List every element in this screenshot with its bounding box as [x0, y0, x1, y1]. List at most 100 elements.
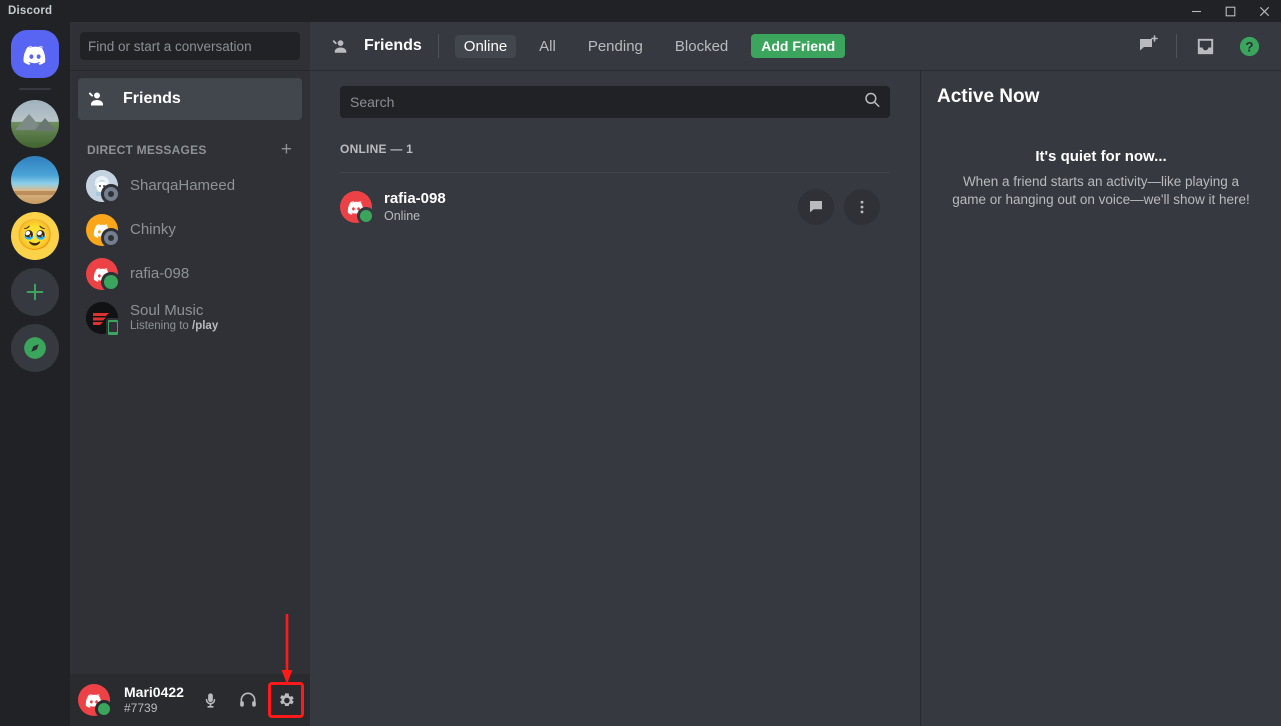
page-title: Friends — [330, 35, 422, 58]
emoji-glyph: 🥹 — [16, 219, 54, 252]
title-bar: Discord — [0, 0, 1281, 22]
compass-icon — [24, 337, 46, 359]
status-badge — [95, 700, 113, 718]
server-rail: 🥹 — [0, 22, 70, 726]
online-count-label: ONLINE — 1 — [340, 142, 414, 156]
sidebar-item-server-ocean[interactable] — [11, 156, 59, 204]
discord-window: Discord 🥹 Find or start a conversation F… — [0, 0, 1281, 726]
sidebar-item-server-emoji[interactable]: 🥹 — [11, 212, 59, 260]
top-bar: Friends Online All Pending Blocked Add F… — [310, 22, 1281, 70]
active-now-empty-body: When a friend starts an activity—like pl… — [952, 174, 1250, 208]
maximize-icon — [1225, 6, 1235, 16]
list-item-text: SharqaHameed — [130, 177, 235, 194]
avatar — [86, 302, 120, 337]
friend-actions — [798, 189, 880, 225]
friends-list-column: ONLINE — 1 rafia-098 On — [310, 70, 920, 726]
gear-icon — [279, 692, 294, 706]
status-badge-mobile — [106, 318, 120, 337]
friends-search-container — [340, 86, 890, 118]
sidebar-item-home[interactable] — [11, 30, 59, 78]
close-button[interactable] — [1247, 0, 1281, 22]
user-panel: Mari0422 #7739 — [70, 674, 310, 726]
direct-messages-header: DIRECT MESSAGES + — [78, 122, 302, 165]
page-title-label: Friends — [364, 37, 422, 54]
list-item-text: rafia-098 — [130, 265, 189, 282]
divider — [437, 34, 439, 58]
activity-prefix: Listening to — [130, 320, 193, 333]
list-item[interactable]: SharqaHameed — [78, 165, 302, 207]
minimize-icon — [1191, 10, 1201, 12]
chat-plus-icon — [1140, 35, 1158, 51]
friends-icon — [332, 39, 347, 53]
server-avatar-ocean[interactable] — [11, 156, 59, 204]
dm-sidebar: Friends DIRECT MESSAGES + — [70, 22, 310, 726]
avatar — [340, 191, 375, 225]
deafen-button[interactable] — [232, 684, 264, 716]
sidebar-item-server-mountain[interactable] — [11, 100, 59, 148]
user-identity[interactable]: Mari0422 #7739 — [124, 684, 188, 715]
list-item[interactable]: Chinky — [78, 209, 302, 251]
search-icon — [863, 91, 881, 114]
tab-pending[interactable]: Pending — [579, 35, 652, 58]
add-friend-button[interactable]: Add Friend — [751, 34, 846, 58]
inbox-button[interactable] — [1183, 26, 1227, 66]
rail-divider — [19, 88, 51, 90]
avatar[interactable] — [78, 684, 113, 718]
add-server-circle[interactable] — [11, 268, 59, 316]
search-input[interactable] — [340, 86, 890, 118]
user-settings-button[interactable] — [268, 682, 304, 718]
table-row[interactable]: rafia-098 Online — [340, 172, 890, 241]
sidebar-item-friends[interactable]: Friends — [78, 78, 302, 120]
content-area: ONLINE — 1 rafia-098 On — [310, 70, 1281, 726]
tab-online[interactable]: Online — [454, 34, 517, 58]
status-badge — [101, 272, 121, 292]
list-item[interactable]: Soul Music Listening to /play — [78, 297, 302, 339]
tab-blocked[interactable]: Blocked — [666, 35, 737, 58]
add-server-button[interactable] — [11, 268, 59, 316]
more-options-button[interactable] — [844, 189, 880, 225]
tab-all[interactable]: All — [530, 35, 565, 58]
microphone-icon — [205, 692, 215, 708]
friend-status: Online — [384, 209, 421, 224]
active-now-empty-title: It's quiet for now... — [1035, 148, 1167, 165]
friend-info: rafia-098 Online — [384, 190, 786, 225]
list-item[interactable]: rafia-098 — [78, 253, 302, 295]
close-icon — [1259, 6, 1269, 16]
svg-text:?: ? — [1245, 39, 1253, 54]
divider — [1176, 34, 1177, 58]
explore-servers-button[interactable] — [11, 324, 59, 372]
friends-icon — [88, 92, 103, 106]
emoji-avatar: 🥹 — [11, 212, 59, 260]
plus-icon — [26, 283, 44, 301]
discord-home-button[interactable] — [11, 30, 59, 78]
sidebar-item-friends-label: Friends — [123, 90, 181, 107]
status-badge — [101, 184, 121, 204]
explore-circle[interactable] — [11, 324, 59, 372]
sidebar-scroll-area: Friends DIRECT MESSAGES + SharqaHameed C… — [70, 70, 310, 674]
maximize-button[interactable] — [1213, 0, 1247, 22]
window-controls — [1179, 0, 1281, 22]
question-mark-icon: ? — [1239, 36, 1259, 56]
conversation-search-container — [70, 22, 310, 70]
help-button[interactable]: ? — [1227, 26, 1271, 66]
active-now-title: Active Now — [937, 86, 1040, 107]
friend-name: rafia-098 — [384, 189, 446, 207]
username: Mari0422 — [124, 684, 184, 701]
avatar — [86, 258, 121, 292]
headphones-icon — [240, 692, 256, 707]
server-avatar-emoji[interactable]: 🥹 — [11, 212, 59, 260]
conversation-search-input[interactable] — [80, 32, 300, 60]
discord-logo-icon — [23, 45, 46, 65]
list-item-label: SharqaHameed — [130, 177, 236, 195]
mute-microphone-button[interactable] — [194, 684, 226, 716]
mountain-avatar — [11, 100, 59, 148]
server-avatar-mountain[interactable] — [11, 100, 59, 148]
inbox-icon — [1197, 38, 1213, 54]
list-item-text: Soul Music Listening to /play — [130, 302, 218, 334]
list-item-label: rafia-098 — [130, 265, 190, 283]
minimize-button[interactable] — [1179, 0, 1213, 22]
message-button[interactable] — [798, 189, 834, 225]
list-item-text: Chinky — [130, 221, 176, 238]
create-dm-button[interactable]: + — [281, 140, 294, 159]
new-group-dm-button[interactable] — [1126, 26, 1170, 66]
